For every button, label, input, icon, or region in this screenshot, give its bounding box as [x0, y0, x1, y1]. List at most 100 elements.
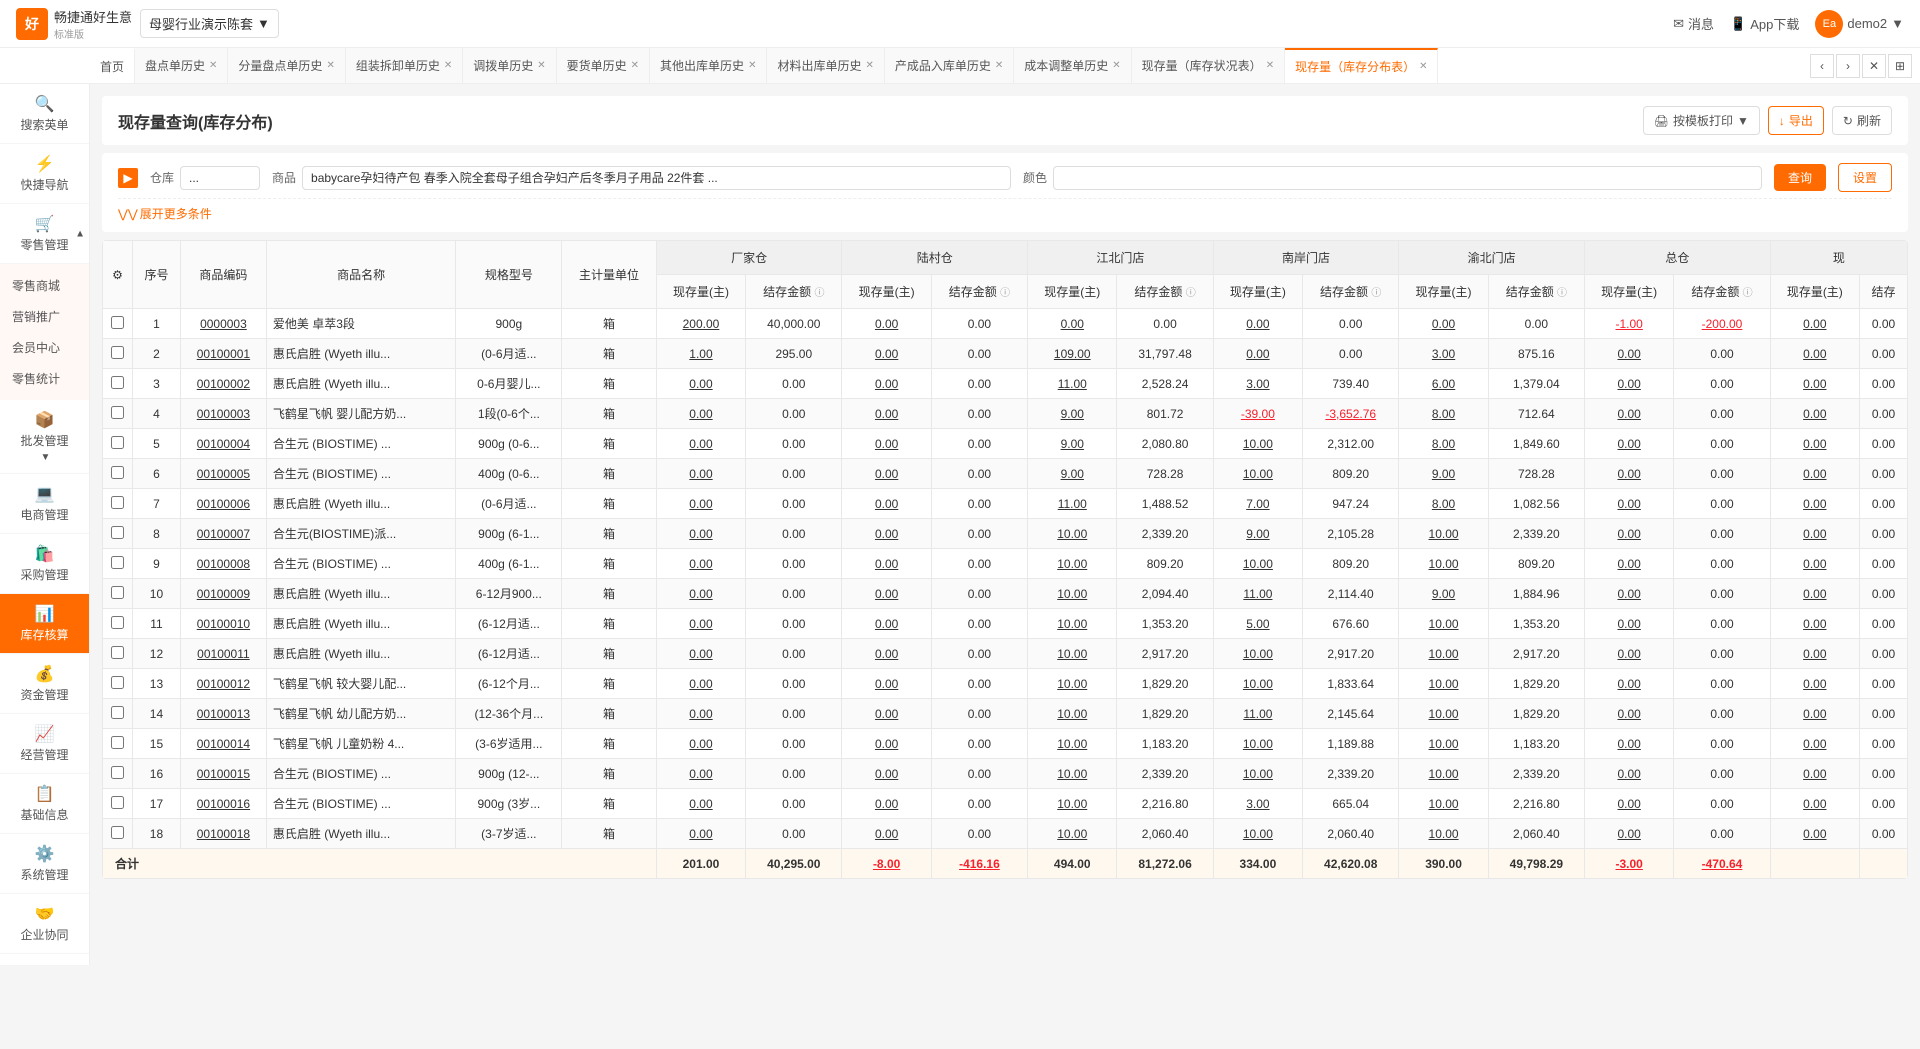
- col-check[interactable]: [103, 429, 133, 459]
- close-icon[interactable]: ✕: [326, 60, 334, 71]
- sidebar-item-members[interactable]: 会员中心: [0, 332, 89, 363]
- row-cur-qty[interactable]: 0.00: [1770, 699, 1859, 729]
- row-code[interactable]: 00100018: [180, 819, 266, 849]
- sidebar-item-collab[interactable]: 🤝 企业协同: [0, 894, 89, 954]
- row-c3-qty[interactable]: 10.00: [1028, 669, 1117, 699]
- row-c4-qty[interactable]: 10.00: [1213, 729, 1302, 759]
- sidebar-item-purchase[interactable]: 🛍️ 采购管理: [0, 534, 89, 594]
- close-icon[interactable]: ✕: [865, 60, 873, 71]
- col-check[interactable]: [103, 759, 133, 789]
- info-icon[interactable]: ⓘ: [1371, 288, 1381, 299]
- row-c4-qty[interactable]: 10.00: [1213, 759, 1302, 789]
- col-check[interactable]: [103, 309, 133, 339]
- row-c2-qty[interactable]: 0.00: [842, 579, 931, 609]
- row-c3-qty[interactable]: 9.00: [1028, 459, 1117, 489]
- row-t-qty[interactable]: 0.00: [1585, 429, 1674, 459]
- row-c2-qty[interactable]: 0.00: [842, 699, 931, 729]
- info-icon[interactable]: ⓘ: [1557, 288, 1567, 299]
- row-cur-qty[interactable]: 0.00: [1770, 459, 1859, 489]
- row-cur-qty[interactable]: 0.00: [1770, 519, 1859, 549]
- row-c5-qty[interactable]: 10.00: [1399, 789, 1488, 819]
- row-c1-qty[interactable]: 0.00: [656, 489, 745, 519]
- row-c2-qty[interactable]: 0.00: [842, 759, 931, 789]
- row-code[interactable]: 00100001: [180, 339, 266, 369]
- store-selector[interactable]: 母婴行业演示陈套 ▼: [140, 9, 279, 38]
- row-t-qty[interactable]: 0.00: [1585, 669, 1674, 699]
- tab-prev-btn[interactable]: ‹: [1810, 54, 1834, 78]
- row-c1-qty[interactable]: 0.00: [656, 729, 745, 759]
- col-check[interactable]: [103, 789, 133, 819]
- row-c3-qty[interactable]: 10.00: [1028, 819, 1117, 849]
- row-c3-qty[interactable]: 10.00: [1028, 729, 1117, 759]
- tab-2[interactable]: 分量盘点单历史 ✕: [228, 48, 345, 84]
- close-icon[interactable]: ✕: [748, 60, 756, 71]
- row-code[interactable]: 00100010: [180, 609, 266, 639]
- close-icon[interactable]: ✕: [1419, 61, 1427, 72]
- row-c2-qty[interactable]: 0.00: [842, 639, 931, 669]
- row-cur-qty[interactable]: 0.00: [1770, 789, 1859, 819]
- row-t-qty[interactable]: 0.00: [1585, 609, 1674, 639]
- row-t-qty[interactable]: 0.00: [1585, 579, 1674, 609]
- row-c2-qty[interactable]: 0.00: [842, 669, 931, 699]
- row-t-qty[interactable]: 0.00: [1585, 549, 1674, 579]
- row-code[interactable]: 00100015: [180, 759, 266, 789]
- row-c1-qty[interactable]: 0.00: [656, 519, 745, 549]
- row-cur-qty[interactable]: 0.00: [1770, 759, 1859, 789]
- warehouse-input[interactable]: [180, 166, 260, 190]
- row-c5-qty[interactable]: 10.00: [1399, 639, 1488, 669]
- tab-11[interactable]: 现存量（库存分布表） ✕: [1285, 48, 1438, 84]
- row-t-qty[interactable]: 0.00: [1585, 339, 1674, 369]
- row-c5-qty[interactable]: 10.00: [1399, 819, 1488, 849]
- row-c4-qty[interactable]: 10.00: [1213, 819, 1302, 849]
- close-icon[interactable]: ✕: [631, 60, 639, 71]
- refresh-btn[interactable]: ↻ 刷新: [1832, 106, 1892, 135]
- tab-10[interactable]: 现存量（库存状况表） ✕: [1132, 48, 1285, 84]
- row-t-qty[interactable]: 0.00: [1585, 639, 1674, 669]
- sidebar-item-ecommerce[interactable]: 💻 电商管理: [0, 474, 89, 534]
- export-btn[interactable]: ↓ 导出: [1768, 106, 1824, 135]
- col-check[interactable]: [103, 699, 133, 729]
- row-c2-qty[interactable]: 0.00: [842, 309, 931, 339]
- tab-1[interactable]: 盘点单历史 ✕: [135, 48, 228, 84]
- row-cur-qty[interactable]: 0.00: [1770, 489, 1859, 519]
- row-c2-qty[interactable]: 0.00: [842, 459, 931, 489]
- row-c1-qty[interactable]: 0.00: [656, 579, 745, 609]
- row-t-qty[interactable]: 0.00: [1585, 519, 1674, 549]
- row-c3-qty[interactable]: 11.00: [1028, 369, 1117, 399]
- close-icon[interactable]: ✕: [209, 60, 217, 71]
- row-c4-qty[interactable]: -39.00: [1213, 399, 1302, 429]
- row-c2-qty[interactable]: 0.00: [842, 369, 931, 399]
- row-c4-qty[interactable]: 11.00: [1213, 699, 1302, 729]
- sidebar-item-guide[interactable]: 🎯 新手引导: [0, 954, 89, 965]
- row-c3-qty[interactable]: 11.00: [1028, 489, 1117, 519]
- setting-btn[interactable]: 设置: [1838, 163, 1892, 192]
- row-c3-qty[interactable]: 10.00: [1028, 639, 1117, 669]
- sidebar-item-search[interactable]: 🔍 搜索英单: [0, 84, 89, 144]
- row-c3-qty[interactable]: 10.00: [1028, 699, 1117, 729]
- sidebar-item-nav[interactable]: ⚡ 快捷导航: [0, 144, 89, 204]
- col-check[interactable]: [103, 459, 133, 489]
- row-cur-qty[interactable]: 0.00: [1770, 729, 1859, 759]
- row-code[interactable]: 00100006: [180, 489, 266, 519]
- col-settings[interactable]: ⚙: [103, 241, 133, 309]
- row-code[interactable]: 00100005: [180, 459, 266, 489]
- row-t-qty[interactable]: -1.00: [1585, 309, 1674, 339]
- row-c1-qty[interactable]: 0.00: [656, 699, 745, 729]
- row-c1-qty[interactable]: 0.00: [656, 639, 745, 669]
- row-c4-qty[interactable]: 10.00: [1213, 459, 1302, 489]
- row-c4-qty[interactable]: 10.00: [1213, 549, 1302, 579]
- row-c2-qty[interactable]: 0.00: [842, 609, 931, 639]
- row-c5-qty[interactable]: 10.00: [1399, 669, 1488, 699]
- row-c5-qty[interactable]: 10.00: [1399, 699, 1488, 729]
- row-c2-qty[interactable]: 0.00: [842, 819, 931, 849]
- row-c4-qty[interactable]: 3.00: [1213, 789, 1302, 819]
- row-c3-qty[interactable]: 9.00: [1028, 399, 1117, 429]
- row-cur-qty[interactable]: 0.00: [1770, 309, 1859, 339]
- row-c2-qty[interactable]: 0.00: [842, 489, 931, 519]
- row-c4-qty[interactable]: 5.00: [1213, 609, 1302, 639]
- row-c4-qty[interactable]: 9.00: [1213, 519, 1302, 549]
- row-c2-qty[interactable]: 0.00: [842, 429, 931, 459]
- tab-7[interactable]: 材料出库单历史 ✕: [767, 48, 884, 84]
- row-c3-qty[interactable]: 109.00: [1028, 339, 1117, 369]
- sidebar-item-system[interactable]: ⚙️ 系统管理: [0, 834, 89, 894]
